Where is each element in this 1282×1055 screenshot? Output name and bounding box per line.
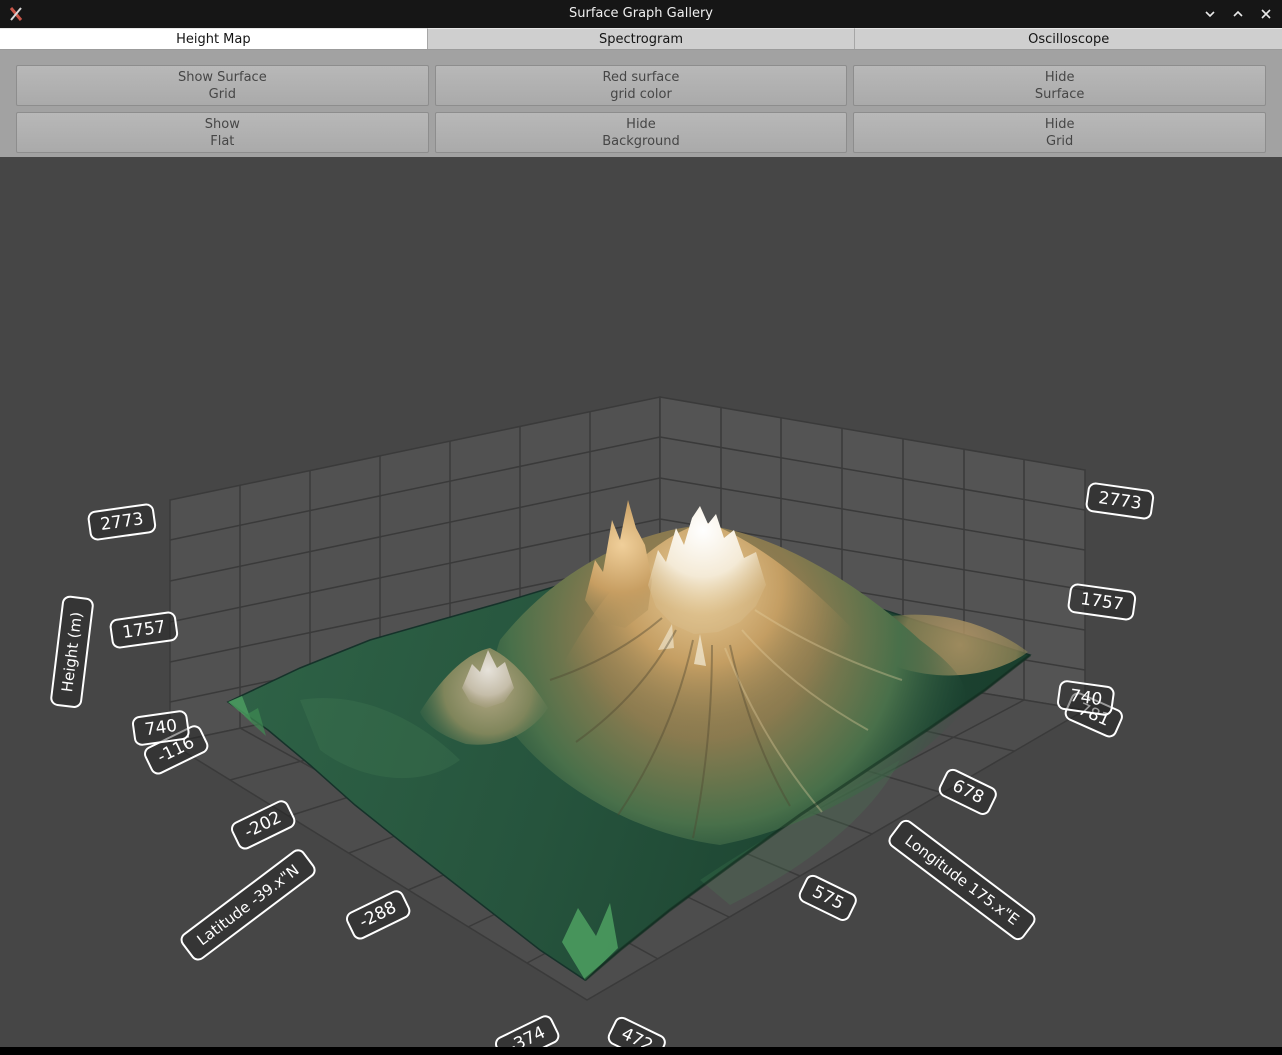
- window-title: Surface Graph Gallery: [0, 0, 1282, 28]
- surface-plot-area[interactable]: Height (m) 2773 1757 -116 740 2773 1757 …: [0, 157, 1282, 1047]
- tab-bar: Height Map Spectrogram Oscilloscope: [0, 28, 1282, 50]
- close-icon: [1261, 9, 1271, 19]
- toolbar-button-grid: Show Surface Grid Red surface grid color…: [16, 65, 1266, 153]
- show-surface-grid-button[interactable]: Show Surface Grid: [16, 65, 429, 106]
- button-label-line: Red surface: [436, 69, 847, 86]
- tab-height-map[interactable]: Height Map: [0, 28, 428, 49]
- button-label-line: Hide: [854, 116, 1265, 133]
- show-flat-button[interactable]: Show Flat: [16, 112, 429, 153]
- button-label-line: Surface: [854, 86, 1265, 103]
- button-label-line: Grid: [17, 86, 428, 103]
- app-window: Surface Graph Gallery Height Map Spectro…: [0, 0, 1282, 1055]
- chevron-down-icon: [1204, 10, 1216, 18]
- button-label-line: Show: [17, 116, 428, 133]
- button-label-line: Background: [436, 133, 847, 150]
- hide-grid-button[interactable]: Hide Grid: [853, 112, 1266, 153]
- toolbar: Show Surface Grid Red surface grid color…: [0, 50, 1282, 157]
- button-label-line: Flat: [17, 133, 428, 150]
- titlebar: Surface Graph Gallery: [0, 0, 1282, 28]
- red-surface-grid-color-button[interactable]: Red surface grid color: [435, 65, 848, 106]
- tab-spectrogram[interactable]: Spectrogram: [428, 28, 856, 49]
- close-button[interactable]: [1258, 6, 1274, 22]
- window-controls: [1202, 0, 1274, 28]
- hide-background-button[interactable]: Hide Background: [435, 112, 848, 153]
- button-label-line: Hide: [854, 69, 1265, 86]
- chevron-up-icon: [1232, 10, 1244, 18]
- button-label-line: Grid: [854, 133, 1265, 150]
- bottom-bar: [0, 1047, 1282, 1055]
- button-label-line: grid color: [436, 86, 847, 103]
- button-label-line: Hide: [436, 116, 847, 133]
- tab-oscilloscope[interactable]: Oscilloscope: [855, 28, 1282, 49]
- minimize-button[interactable]: [1202, 6, 1218, 22]
- hide-surface-button[interactable]: Hide Surface: [853, 65, 1266, 106]
- maximize-button[interactable]: [1230, 6, 1246, 22]
- button-label-line: Show Surface: [17, 69, 428, 86]
